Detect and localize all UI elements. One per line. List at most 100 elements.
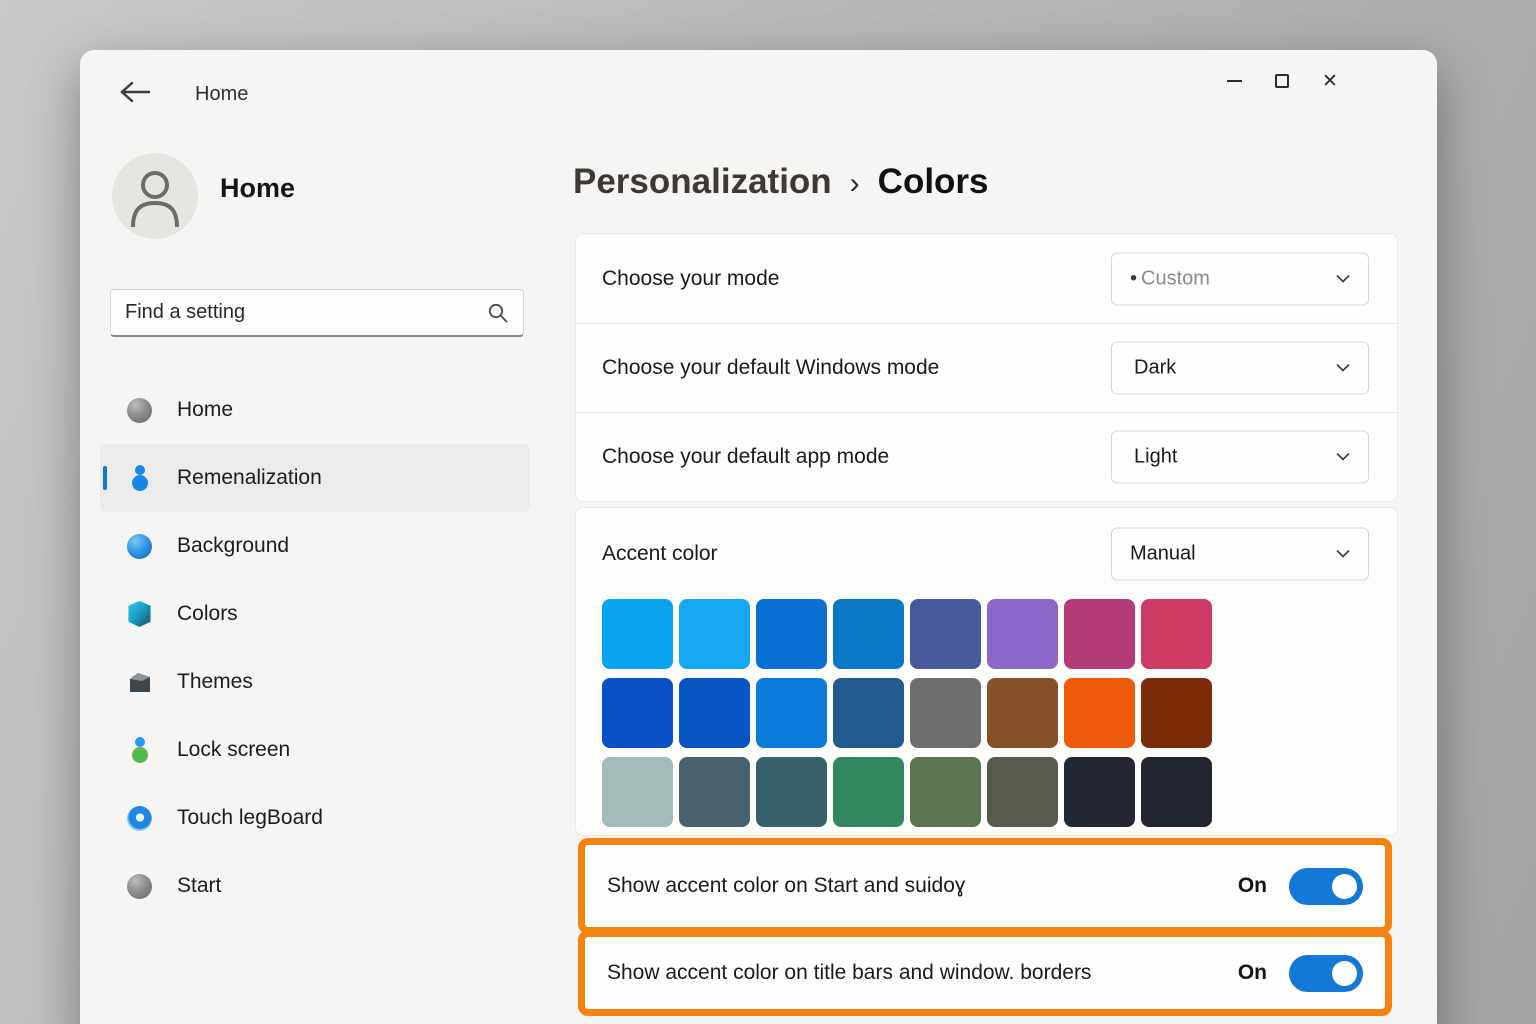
colors-cube-icon	[126, 601, 153, 628]
user-name: Home	[220, 173, 296, 203]
accent-swatch-grid	[602, 599, 1212, 827]
sidebar-nav: Home Remenalization Background Colors Th…	[100, 376, 530, 920]
accent-start-toggle[interactable]	[1289, 867, 1363, 905]
sidebar-item-touch-keyboard[interactable]: Touch legBoard	[100, 784, 530, 852]
sidebar-item-label: Remenalization	[177, 466, 322, 489]
setting-label: Choose your default app mode	[602, 445, 890, 468]
sidebar-item-label: Lock screen	[177, 738, 291, 761]
sidebar-item-label: Touch legBoard	[177, 806, 323, 829]
accent-swatch[interactable]	[679, 757, 750, 827]
minimize-button[interactable]	[1210, 60, 1258, 102]
annotation-box-start-toggle: Show accent color on Start and suidoɣ On	[578, 838, 1392, 934]
accent-titlebar-toggle[interactable]	[1289, 954, 1363, 992]
sidebar-item-personalization[interactable]: Remenalization	[100, 444, 530, 512]
toggle-row-start: Show accent color on Start and suidoɣ On	[585, 845, 1385, 927]
chevron-down-icon	[1336, 550, 1350, 558]
accent-swatch[interactable]	[679, 599, 750, 669]
toggle-label: Show accent color on title bars and wind…	[607, 961, 1092, 984]
mode-settings-card: Choose your mode • Custom Choose your de…	[575, 233, 1398, 502]
setting-label: Choose your default Windows mode	[602, 356, 940, 379]
maximize-button[interactable]	[1258, 60, 1306, 102]
sidebar-item-label: Themes	[177, 670, 253, 693]
accent-swatch[interactable]	[1141, 757, 1212, 827]
back-button[interactable]	[118, 80, 152, 106]
toggle-state-text: On	[1237, 961, 1267, 984]
close-icon: ✕	[1322, 70, 1338, 92]
app-mode-dropdown[interactable]: Light	[1111, 430, 1369, 484]
maximize-icon	[1275, 74, 1289, 88]
accent-swatch[interactable]	[910, 599, 981, 669]
page-title: Colors	[877, 162, 989, 201]
sidebar-item-colors[interactable]: Colors	[100, 580, 530, 648]
selection-indicator	[103, 466, 107, 490]
window-title: Home	[195, 83, 249, 105]
sidebar-item-themes[interactable]: Themes	[100, 648, 530, 716]
settings-window: Home ✕ Home Find a setting Home Remenali…	[80, 50, 1437, 1024]
desktop-background: Home ✕ Home Find a setting Home Remenali…	[0, 0, 1536, 1024]
accent-swatch[interactable]	[756, 757, 827, 827]
chevron-right-icon: ›	[849, 166, 860, 200]
accent-swatch[interactable]	[987, 757, 1058, 827]
dropdown-value: Custom	[1141, 267, 1210, 289]
dropdown-bullet: •	[1130, 267, 1138, 289]
avatar[interactable]	[112, 153, 198, 239]
toggle-state-text: On	[1237, 874, 1267, 897]
accent-swatch[interactable]	[756, 678, 827, 748]
themes-icon	[126, 669, 153, 696]
setting-row-app-mode: Choose your default app mode Light	[576, 412, 1397, 501]
accent-swatch[interactable]	[987, 678, 1058, 748]
accent-swatch[interactable]	[910, 757, 981, 827]
mode-dropdown[interactable]: • Custom	[1111, 252, 1369, 305]
accent-swatch[interactable]	[1064, 678, 1135, 748]
dropdown-value: Manual	[1130, 542, 1196, 565]
accent-swatch[interactable]	[987, 599, 1058, 669]
search-icon	[488, 303, 508, 322]
sidebar-item-label: Start	[177, 874, 222, 897]
accent-swatch[interactable]	[602, 757, 673, 827]
accent-swatch[interactable]	[602, 599, 673, 669]
close-button[interactable]: ✕	[1306, 60, 1354, 102]
sidebar-item-start[interactable]: Start	[100, 852, 530, 920]
toggle-knob	[1332, 960, 1357, 986]
sidebar-item-lock-screen[interactable]: Lock screen	[100, 716, 530, 784]
accent-color-card: Accent color Manual	[575, 507, 1398, 836]
sidebar-item-home[interactable]: Home	[100, 376, 530, 444]
accent-swatch[interactable]	[1141, 599, 1212, 669]
toggle-label: Show accent color on Start and suidoɣ	[607, 874, 966, 897]
sidebar-item-label: Colors	[177, 602, 238, 625]
breadcrumb: Personalization › Colors	[573, 156, 989, 208]
setting-row-choose-mode: Choose your mode • Custom	[576, 234, 1397, 323]
accent-swatch[interactable]	[602, 678, 673, 748]
accent-swatch[interactable]	[833, 678, 904, 748]
personalization-person-icon	[126, 465, 153, 492]
search-input[interactable]: Find a setting	[110, 289, 524, 337]
accent-swatch[interactable]	[833, 599, 904, 669]
sidebar-item-label: Background	[177, 534, 290, 557]
windows-mode-dropdown[interactable]: Dark	[1111, 341, 1369, 395]
accent-swatch[interactable]	[910, 678, 981, 748]
start-sphere-icon	[126, 873, 153, 900]
accent-swatch[interactable]	[1064, 757, 1135, 827]
accent-swatch[interactable]	[679, 678, 750, 748]
chevron-down-icon	[1336, 274, 1350, 283]
home-sphere-icon	[126, 397, 153, 424]
back-arrow-icon	[120, 81, 151, 103]
breadcrumb-personalization[interactable]: Personalization	[573, 156, 832, 208]
sidebar-item-background[interactable]: Background	[100, 512, 530, 580]
accent-swatch[interactable]	[756, 599, 827, 669]
setting-label: Accent color	[602, 542, 718, 565]
setting-row-windows-mode: Choose your default Windows mode Dark	[576, 323, 1397, 412]
minimize-icon	[1226, 80, 1242, 82]
setting-label: Choose your mode	[602, 266, 780, 290]
accent-swatch[interactable]	[1141, 678, 1212, 748]
annotation-box-titlebar-toggle: Show accent color on title bars and wind…	[578, 930, 1392, 1016]
accent-color-dropdown[interactable]: Manual	[1111, 527, 1369, 581]
background-sphere-icon	[126, 533, 153, 560]
toggle-knob	[1332, 873, 1357, 899]
accent-swatch[interactable]	[1064, 599, 1135, 669]
window-controls: ✕	[1210, 60, 1354, 102]
user-person-icon	[131, 171, 179, 227]
dropdown-value: Dark	[1134, 356, 1177, 379]
setting-row-accent-color: Accent color Manual	[576, 508, 1397, 600]
accent-swatch[interactable]	[833, 757, 904, 827]
